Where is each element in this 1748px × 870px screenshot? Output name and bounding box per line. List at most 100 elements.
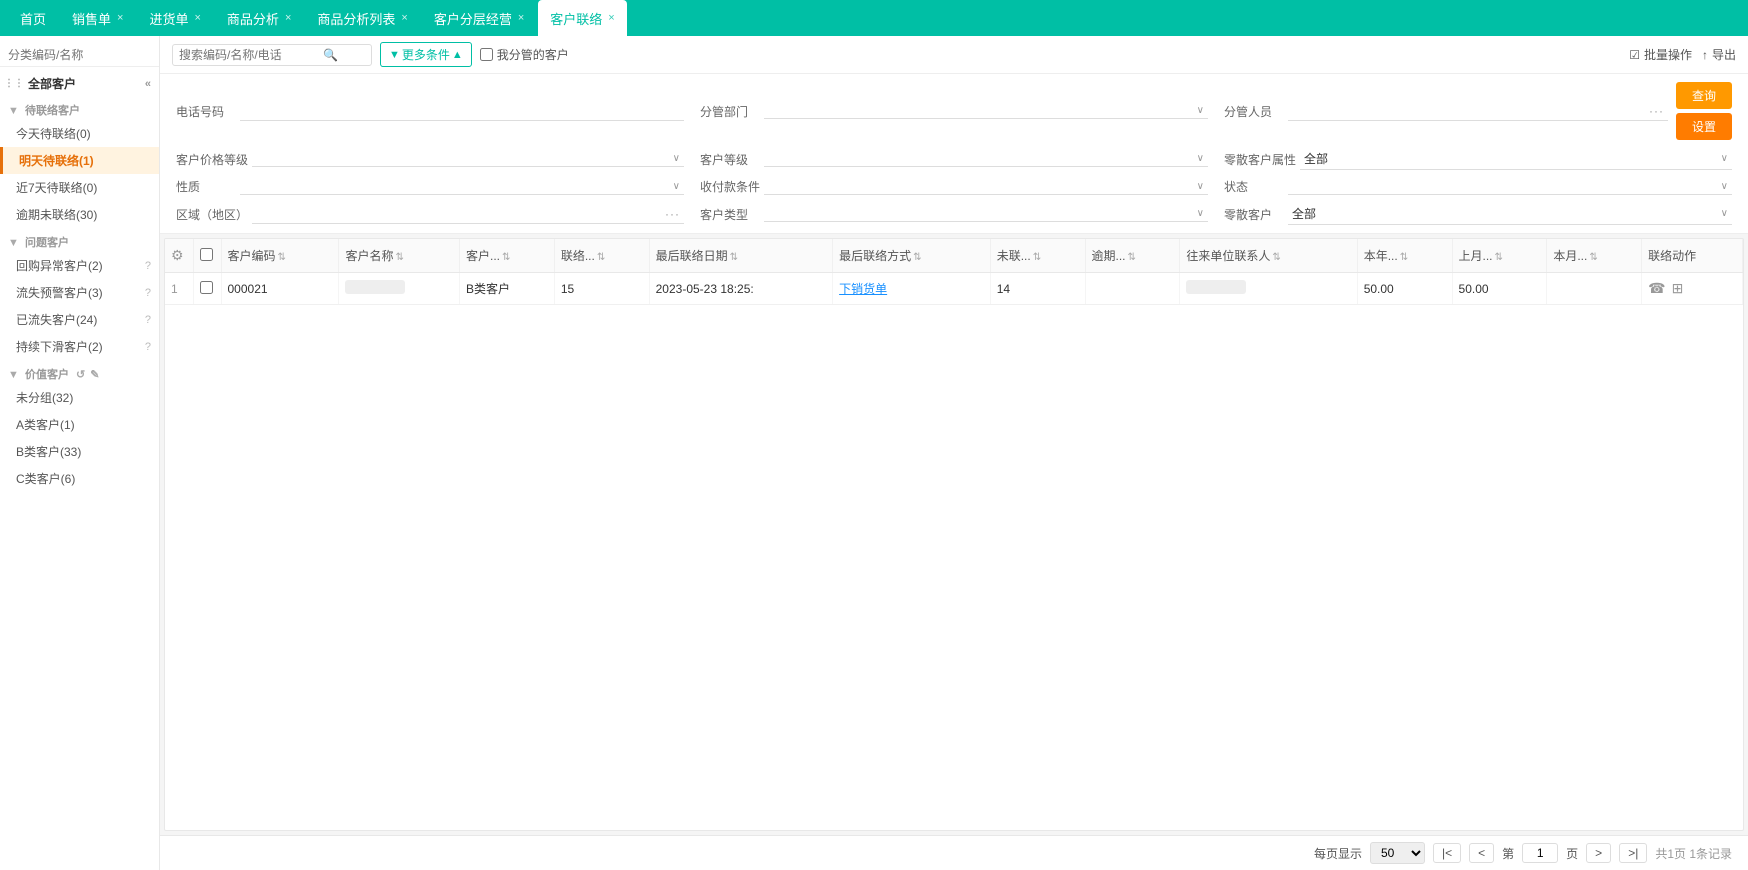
td-last-contact-method: 下销货单 (833, 273, 991, 305)
nav-sales[interactable]: 销售单 × (60, 0, 135, 36)
close-sales-tab[interactable]: × (117, 12, 123, 24)
filter-manager-row: 分管人员 ··· 查询 设置 (1224, 82, 1732, 140)
phone-input[interactable] (240, 102, 684, 121)
filter-region: 区域（地区） ··· (176, 203, 684, 225)
retail-customer-select[interactable]: 全部∨ (1288, 203, 1732, 225)
close-contact-tab[interactable]: × (608, 12, 614, 24)
last-page-button[interactable]: >| (1619, 843, 1647, 863)
filter-retail-customer: 零散客户 全部∨ (1224, 203, 1732, 225)
sidebar-item-ungrouped[interactable]: 未分组(32) (0, 384, 159, 411)
my-customers-checkbox[interactable]: 我分管的客户 (480, 46, 569, 63)
filter-department: 分管部门 ∨ (700, 82, 1208, 140)
value-group-label: ▼ 价值客户 ↺ ✎ (0, 360, 159, 384)
close-product-analysis-list-tab[interactable]: × (401, 12, 407, 24)
manager-select[interactable]: ··· (1288, 102, 1668, 121)
sidebar-item-class-b[interactable]: B类客户(33) (0, 438, 159, 465)
search-box[interactable]: 🔍 (172, 44, 372, 66)
nav-customer-segmentation[interactable]: 客户分层经营 × (422, 0, 536, 36)
search-icon[interactable]: 🔍 (323, 48, 338, 62)
gender-select[interactable]: ∨ (240, 179, 684, 195)
my-customers-input[interactable] (480, 48, 493, 61)
nav-product-analysis[interactable]: 商品分析 × (215, 0, 303, 36)
sidebar-item-churned[interactable]: 已流失客户(24) ? (0, 306, 159, 333)
price-level-select[interactable]: ∨ (252, 151, 684, 167)
help-icon-0[interactable]: ? (145, 260, 151, 272)
problem-group-label: ▼ 问题客户 (0, 228, 159, 252)
nav-purchase[interactable]: 进货单 × (137, 0, 212, 36)
td-code: 000021 (221, 273, 339, 305)
table-footer: 每页显示 50 100 200 |< < 第 页 > >| 共1页 1条记录 (160, 835, 1748, 870)
sidebar-item-today[interactable]: 今天待联络(0) (0, 120, 159, 147)
all-customers-label: 全部客户 (28, 75, 76, 92)
th-last-contact-date: 最后联络日期⇅ (649, 239, 832, 273)
main-layout: 🔍 ⋮⋮ 全部客户 « ▼ 待联络客户 今天待联络(0) 明天待联络(1) 近7… (0, 36, 1748, 870)
pending-group-label: ▼ 待联络客户 (0, 96, 159, 120)
page-input[interactable] (1522, 843, 1558, 863)
help-icon-2[interactable]: ? (145, 314, 151, 326)
retail-attr-select[interactable]: 全部∨ (1300, 148, 1732, 170)
sidebar-collapse-icon[interactable]: « (145, 78, 151, 90)
query-button[interactable]: 查询 (1676, 82, 1732, 109)
settings-button[interactable]: 设置 (1676, 113, 1732, 140)
contact-action-icon[interactable]: ☎ (1648, 280, 1665, 297)
sidebar-item-overdue[interactable]: 逾期未联络(30) (0, 201, 159, 228)
nav-product-analysis-list[interactable]: 商品分析列表 × (305, 0, 419, 36)
table-row: 1 000021 B类客户 15 2023-05-23 18:25: 下销货单 … (165, 273, 1743, 305)
customer-type-select[interactable]: ∨ (764, 206, 1208, 222)
nav-customer-contact[interactable]: 客户联络 × (538, 0, 626, 36)
close-segmentation-tab[interactable]: × (518, 12, 524, 24)
close-product-analysis-tab[interactable]: × (285, 12, 291, 24)
page-label: 第 (1502, 845, 1514, 862)
payment-select[interactable]: ∨ (764, 179, 1208, 195)
sidebar-item-churn-warning[interactable]: 流失预警客户(3) ? (0, 279, 159, 306)
action-buttons: 查询 设置 (1676, 82, 1732, 140)
contact-person-blurred (1186, 280, 1246, 294)
batch-operation-button[interactable]: ☑ 批量操作 (1629, 46, 1692, 63)
filter-status: 状态 ∨ (1224, 178, 1732, 195)
sidebar-item-7days[interactable]: 近7天待联络(0) (0, 174, 159, 201)
search-input[interactable] (179, 48, 319, 62)
sidebar-item-repurchase-abnormal[interactable]: 回购异常客户(2) ? (0, 252, 159, 279)
more-action-icon[interactable]: ⊞ (1672, 280, 1684, 297)
sidebar-item-class-c[interactable]: C类客户(6) (0, 465, 159, 492)
sidebar-search-box[interactable]: 🔍 (0, 44, 159, 67)
sidebar-item-tomorrow[interactable]: 明天待联络(1) (0, 147, 159, 174)
td-index: 1 (165, 273, 193, 305)
close-purchase-tab[interactable]: × (194, 12, 200, 24)
table-settings-icon[interactable]: ⚙ (171, 247, 184, 263)
filter-customer-type: 客户类型 ∨ (700, 203, 1208, 225)
help-icon-3[interactable]: ? (145, 341, 151, 353)
nav-home[interactable]: 首页 (8, 0, 58, 36)
td-contacts: 15 (554, 273, 649, 305)
next-page-button[interactable]: > (1586, 843, 1611, 863)
th-action: 联络动作 (1642, 239, 1743, 273)
top-nav: 首页 销售单 × 进货单 × 商品分析 × 商品分析列表 × 客户分层经营 × … (0, 0, 1748, 36)
td-no-contact: 14 (990, 273, 1085, 305)
refresh-icon[interactable]: ↺ (76, 369, 85, 381)
more-filters-button[interactable]: ▼ 更多条件 ▲ (380, 42, 472, 67)
td-name (339, 273, 460, 305)
first-page-button[interactable]: |< (1433, 843, 1461, 863)
td-last-contact-date: 2023-05-23 18:25: (649, 273, 832, 305)
page-size-select[interactable]: 50 100 200 (1370, 842, 1425, 864)
th-checkbox (193, 239, 221, 273)
sidebar-item-class-a[interactable]: A类客户(1) (0, 411, 159, 438)
th-this-month: 本月...⇅ (1547, 239, 1642, 273)
td-contact-person (1180, 273, 1357, 305)
export-button[interactable]: ↑ 导出 (1702, 46, 1736, 63)
select-all-checkbox[interactable] (200, 248, 213, 261)
edit-icon[interactable]: ✎ (90, 369, 99, 381)
prev-page-button[interactable]: < (1469, 843, 1494, 863)
department-select[interactable]: ∨ (764, 103, 1208, 119)
customer-level-select[interactable]: ∨ (764, 151, 1208, 167)
th-gear: ⚙ (165, 239, 193, 273)
th-type: 客户...⇅ (460, 239, 555, 273)
row-checkbox[interactable] (200, 281, 213, 294)
sidebar-item-declining[interactable]: 持续下滑客户(2) ? (0, 333, 159, 360)
help-icon-1[interactable]: ? (145, 287, 151, 299)
sidebar-search-input[interactable] (8, 48, 160, 62)
td-checkbox[interactable] (193, 273, 221, 305)
region-select[interactable]: ··· (252, 205, 684, 224)
status-select[interactable]: ∨ (1288, 179, 1732, 195)
filter-bar: 🔍 ▼ 更多条件 ▲ 我分管的客户 ☑ 批量操作 ↑ 导出 (160, 36, 1748, 74)
